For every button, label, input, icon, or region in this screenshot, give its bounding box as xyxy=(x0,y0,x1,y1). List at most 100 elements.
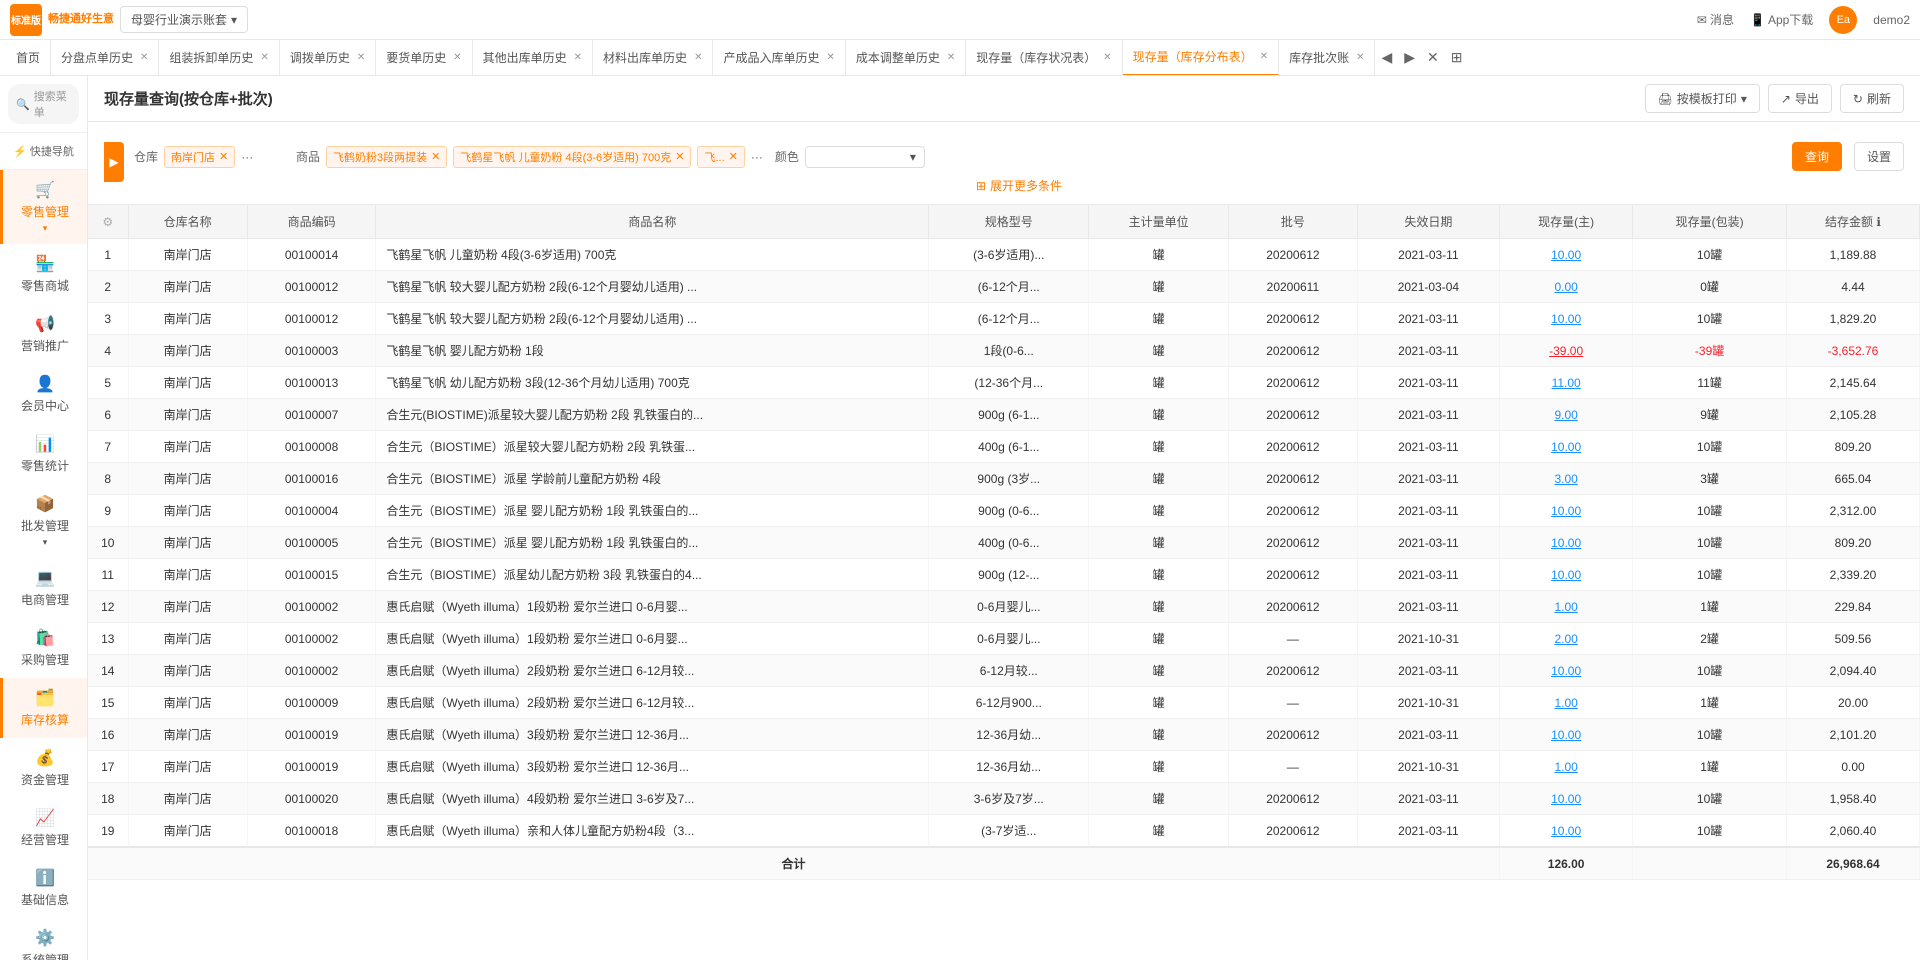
member-icon: 👤 xyxy=(35,374,55,394)
sidebar-item-zero-stats[interactable]: 📊 零售统计 xyxy=(0,424,87,484)
close-icon[interactable]: ✕ xyxy=(574,52,582,63)
export-btn[interactable]: ↗ 导出 xyxy=(1768,84,1832,113)
row-spec: 900g (6-1... xyxy=(929,399,1089,431)
username[interactable]: demo2 xyxy=(1873,13,1910,27)
tab-other-out[interactable]: 其他出库单历史 ✕ xyxy=(473,40,593,76)
color-dropdown[interactable]: ▾ xyxy=(805,146,925,168)
row-name: 飞鹤星飞帆 较大婴儿配方奶粉 2段(6-12个月婴幼儿适用) ... xyxy=(376,271,929,303)
row-amount: 4.44 xyxy=(1787,271,1920,303)
row-expire: 2021-03-11 xyxy=(1357,239,1499,271)
row-warehouse: 南岸门店 xyxy=(128,335,247,367)
close-icon[interactable]: ✕ xyxy=(1356,52,1364,63)
close-icon[interactable]: ✕ xyxy=(140,52,148,63)
remove-tag-icon[interactable]: ✕ xyxy=(431,150,440,163)
filter-warehouse-tags: 南岸门店 ✕ ··· xyxy=(164,146,284,168)
close-icon[interactable]: ✕ xyxy=(826,52,834,63)
col-settings: ⚙ xyxy=(88,205,128,239)
row-unit: 罐 xyxy=(1089,303,1229,335)
tab-product-in[interactable]: 产成品入库单历史 ✕ xyxy=(713,40,845,76)
sidebar-item-ecommerce[interactable]: 💻 电商管理 xyxy=(0,558,87,618)
quick-nav-btn[interactable]: ⚡ 快捷导航 xyxy=(0,137,87,165)
close-icon[interactable]: ✕ xyxy=(694,52,702,63)
sidebar-item-marketing[interactable]: 📢 营销推广 xyxy=(0,304,87,364)
tab-requisition[interactable]: 要货单历史 ✕ xyxy=(376,40,472,76)
app-download-btn[interactable]: 📱 App下载 xyxy=(1750,11,1813,28)
tab-label: 其他出库单历史 xyxy=(483,49,567,66)
settings-btn[interactable]: 设置 xyxy=(1854,142,1904,171)
tab-material-out[interactable]: 材料出库单历史 ✕ xyxy=(593,40,713,76)
tab-inventory-history[interactable]: 分盘点单历史 ✕ xyxy=(51,40,159,76)
row-unit: 罐 xyxy=(1089,559,1229,591)
tab-home[interactable]: 首页 xyxy=(6,40,51,76)
settings-icon[interactable]: ⚙ xyxy=(102,215,113,229)
close-icon[interactable]: ✕ xyxy=(260,52,268,63)
close-icon[interactable]: ✕ xyxy=(1260,51,1268,62)
print-btn[interactable]: 🖨 按模板打印 ▾ xyxy=(1645,84,1760,113)
account-selector[interactable]: 母婴行业演示账套 ▾ xyxy=(120,6,248,33)
tab-stock-dist[interactable]: 现存量（库存分布表） ✕ xyxy=(1123,40,1279,76)
table-row: 18 南岸门店 00100020 惠氏启赋（Wyeth illuma）4段奶粉 … xyxy=(88,783,1920,815)
sidebar-item-system[interactable]: ⚙️ 系统管理 xyxy=(0,918,87,960)
sidebar-item-operations[interactable]: 📈 经营管理 xyxy=(0,798,87,858)
close-icon[interactable]: ✕ xyxy=(947,52,955,63)
tab-nav-left[interactable]: ◀ xyxy=(1375,49,1398,66)
row-expire: 2021-03-11 xyxy=(1357,783,1499,815)
close-icon[interactable]: ✕ xyxy=(1103,52,1111,63)
row-warehouse: 南岸门店 xyxy=(128,687,247,719)
row-no: 17 xyxy=(88,751,128,783)
tab-batch[interactable]: 库存批次账 ✕ xyxy=(1279,40,1375,76)
row-expire: 2021-03-11 xyxy=(1357,495,1499,527)
row-spec: (3-6岁适用)... xyxy=(929,239,1089,271)
messages-btn[interactable]: ✉ 消息 xyxy=(1697,11,1734,28)
row-spec: 6-12月较... xyxy=(929,655,1089,687)
sidebar-item-zero-shop[interactable]: 🏪 零售商城 xyxy=(0,244,87,304)
row-qty-pkg: 1罐 xyxy=(1633,751,1787,783)
table-row: 17 南岸门店 00100019 惠氏启赋（Wyeth illuma）3段奶粉 … xyxy=(88,751,1920,783)
row-qty-pkg: 10罐 xyxy=(1633,719,1787,751)
close-icon[interactable]: ✕ xyxy=(357,52,365,63)
row-expire: 2021-10-31 xyxy=(1357,751,1499,783)
tab-close-btn[interactable]: ✕ xyxy=(1421,49,1445,66)
query-btn[interactable]: 查询 xyxy=(1792,142,1842,171)
tab-stock-status[interactable]: 现存量（库存状况表） ✕ xyxy=(966,40,1122,76)
col-warehouse: 仓库名称 xyxy=(128,205,247,239)
close-icon[interactable]: ✕ xyxy=(453,52,461,63)
row-no: 14 xyxy=(88,655,128,687)
row-warehouse: 南岸门店 xyxy=(128,559,247,591)
tab-label: 材料出库单历史 xyxy=(603,49,687,66)
remove-tag-icon[interactable]: ✕ xyxy=(219,150,228,163)
row-amount: 2,094.40 xyxy=(1787,655,1920,687)
page-title: 现存量查询(按仓库+批次) xyxy=(104,88,273,109)
refresh-btn[interactable]: ↻ 刷新 xyxy=(1840,84,1904,113)
more-goods-tags-btn[interactable]: ··· xyxy=(751,150,763,164)
sidebar-item-basic[interactable]: ℹ️ 基础信息 xyxy=(0,858,87,918)
expand-more-filters-btn[interactable]: ⊞ 展开更多条件 xyxy=(134,177,1904,194)
sidebar-item-finance[interactable]: 💰 资金管理 xyxy=(0,738,87,798)
col-amount: 结存金额 ℹ xyxy=(1787,205,1920,239)
sidebar-item-label: 资金管理 xyxy=(21,771,69,788)
tab-nav-right[interactable]: ▶ xyxy=(1398,49,1421,66)
more-tags-btn[interactable]: ··· xyxy=(241,150,253,164)
sidebar-item-label: 批发管理 xyxy=(21,517,69,534)
sidebar-item-purchase[interactable]: 🛍️ 采购管理 xyxy=(0,618,87,678)
row-code: 00100007 xyxy=(247,399,376,431)
expand-filter-btn[interactable]: ▶ xyxy=(104,142,124,182)
row-qty-main: 10.00 xyxy=(1500,559,1633,591)
search-menu-btn[interactable]: 🔍 搜索菜单 xyxy=(8,84,79,124)
row-amount: 2,312.00 xyxy=(1787,495,1920,527)
tab-cost-adj[interactable]: 成本调整单历史 ✕ xyxy=(846,40,966,76)
sidebar-item-inventory[interactable]: 🗂️ 库存核算 xyxy=(0,678,87,738)
table-header-row: ⚙ 仓库名称 商品编码 商品名称 规格型号 主计量单位 批号 失效日期 现存量(… xyxy=(88,205,1920,239)
tab-transfer[interactable]: 调拨单历史 ✕ xyxy=(280,40,376,76)
sidebar-item-zero-retail[interactable]: 🛒 零售管理 ▾ xyxy=(0,170,87,244)
tab-menu-btn[interactable]: ⊞ xyxy=(1445,49,1469,66)
avatar[interactable]: Ea xyxy=(1829,6,1857,34)
filter-bar: ▶ 仓库 南岸门店 ✕ ··· xyxy=(88,122,1920,205)
chevron-down-icon: ▾ xyxy=(43,537,48,548)
sidebar-item-wholesale[interactable]: 📦 批发管理 ▾ xyxy=(0,484,87,558)
row-code: 00100019 xyxy=(247,751,376,783)
sidebar-item-member[interactable]: 👤 会员中心 xyxy=(0,364,87,424)
tab-assembly[interactable]: 组装拆卸单历史 ✕ xyxy=(159,40,279,76)
remove-tag-icon[interactable]: ✕ xyxy=(675,150,684,163)
remove-tag-icon[interactable]: ✕ xyxy=(729,150,738,163)
